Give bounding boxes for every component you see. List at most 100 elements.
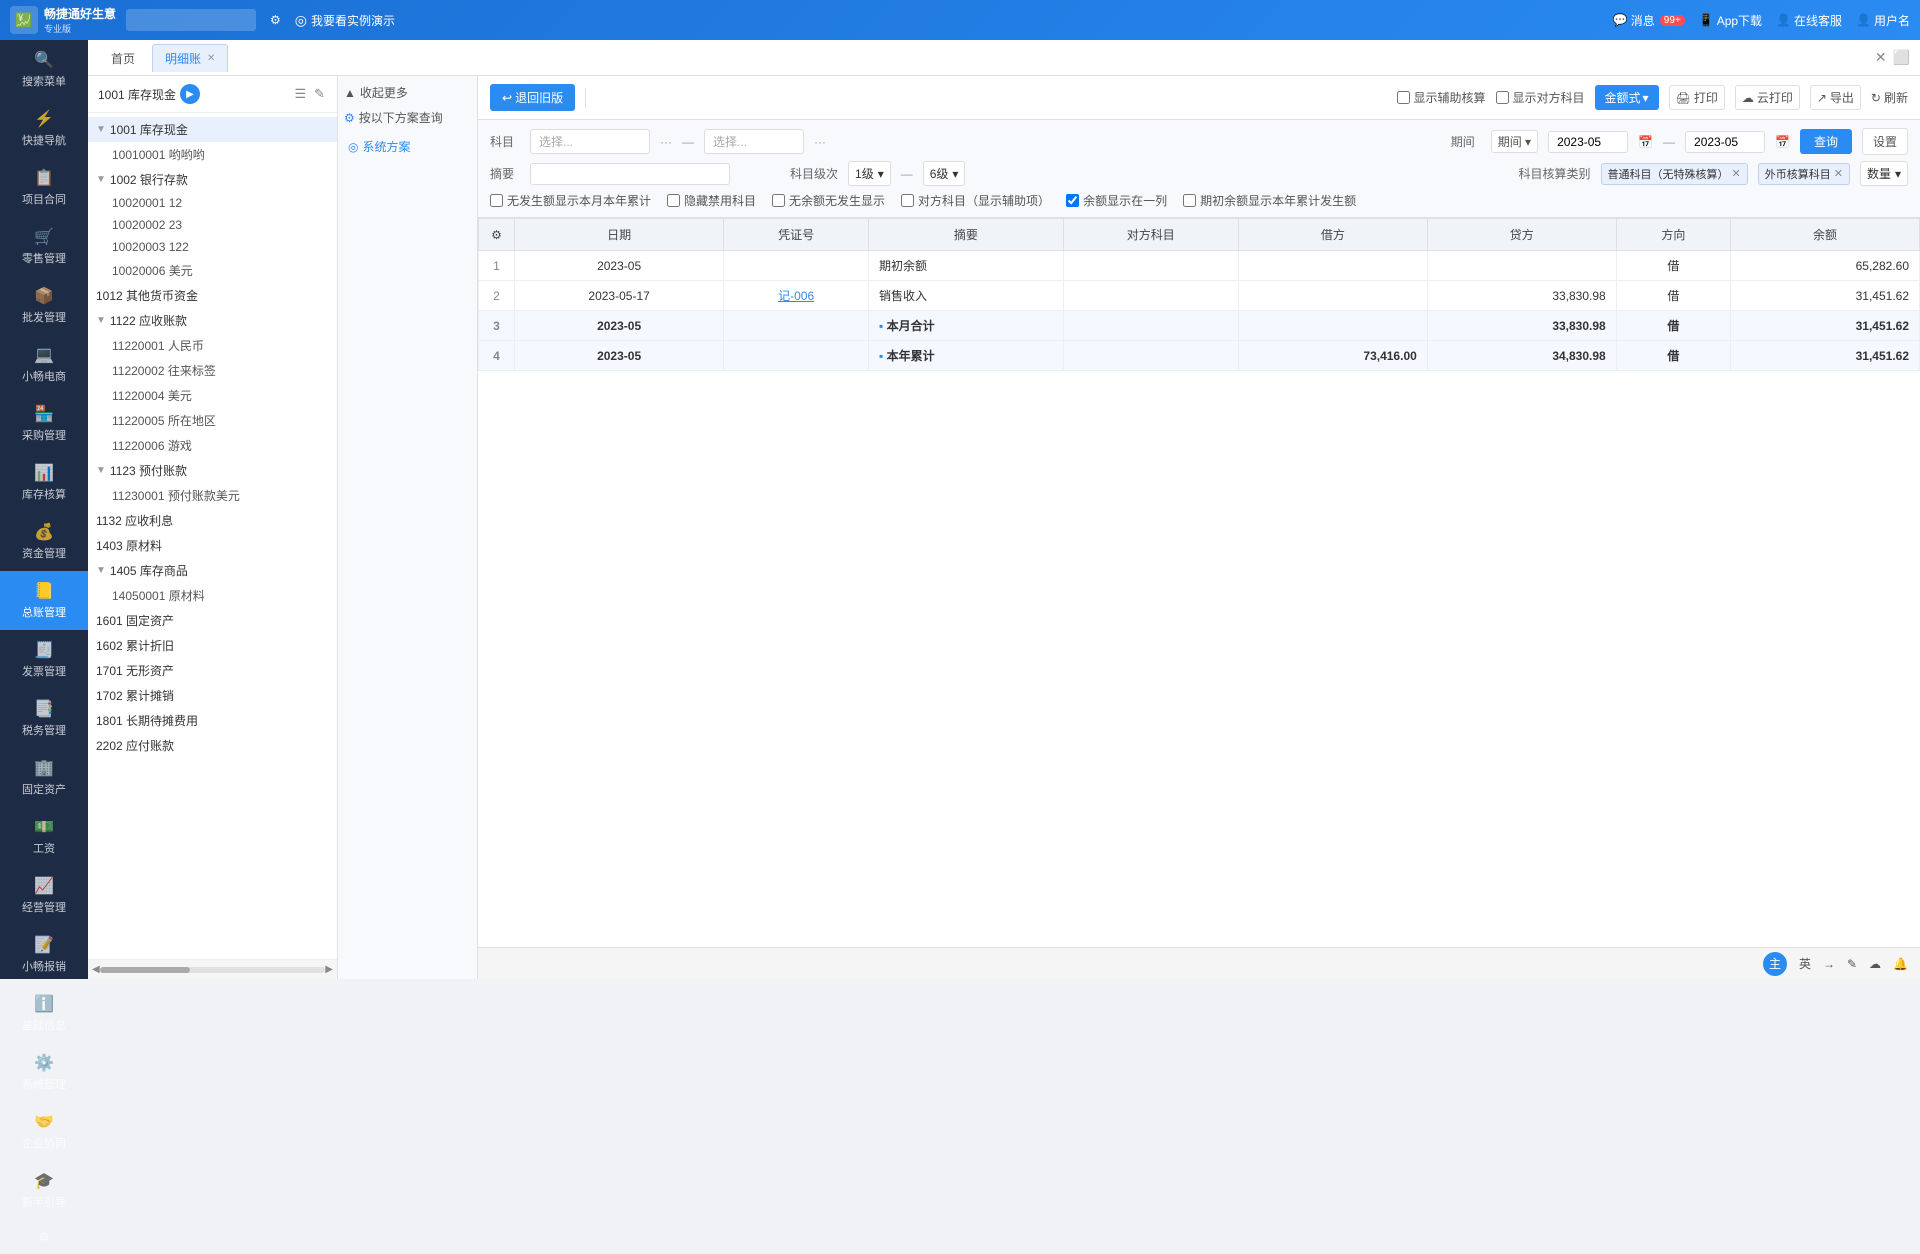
tree-item-10020003[interactable]: 10020003 122 (88, 236, 337, 258)
sidebar-settings-btn[interactable]: ⚙ (0, 1220, 88, 1254)
sidebar-item-basic[interactable]: ℹ️ 基础信息 (0, 984, 88, 1043)
query-btn[interactable]: 查询 (1800, 129, 1852, 154)
refresh-btn[interactable]: ↻ 刷新 (1871, 89, 1908, 106)
back-old-btn[interactable]: ↩ 退回旧版 (490, 84, 575, 111)
tree-item-1405[interactable]: ▼ 1405 库存商品 (88, 558, 337, 583)
status-icon-main[interactable]: 主 (1763, 952, 1787, 976)
close-all-btn[interactable]: ✕ (1875, 49, 1887, 66)
tree-scroll-left[interactable]: ◀ (92, 964, 100, 975)
account-next-btn[interactable]: ▶ (180, 84, 200, 104)
status-edit[interactable]: ✎ (1847, 957, 1857, 971)
tree-item-1601[interactable]: 1601 固定资产 (88, 608, 337, 633)
show-opposite-checkbox[interactable] (1496, 91, 1509, 104)
cb-hide-disabled[interactable]: 隐藏禁用科目 (667, 192, 756, 209)
tree-item-1123[interactable]: ▼ 1123 预付账款 (88, 458, 337, 483)
status-lang[interactable]: 英 (1799, 955, 1811, 972)
show-opposite-check[interactable]: 显示对方科目 (1496, 89, 1585, 106)
tree-item-10020006[interactable]: 10020006 美元 (88, 258, 337, 283)
tree-item-11220001[interactable]: 11220001 人民币 (88, 333, 337, 358)
voucher-link-2[interactable]: 记-006 (778, 289, 814, 303)
col-debit[interactable]: 借方 (1238, 219, 1427, 251)
sidebar-item-project[interactable]: 📋 项目合同 (0, 158, 88, 217)
sidebar-item-wholesale[interactable]: 📦 批发管理 (0, 276, 88, 335)
sidebar-item-assets[interactable]: 🏢 固定资产 (0, 748, 88, 807)
period-calendar-icon-2[interactable]: 📅 (1775, 135, 1790, 149)
show-aux-checkbox[interactable] (1397, 91, 1410, 104)
cb-no-occur-input[interactable] (490, 194, 503, 207)
tree-item-1702[interactable]: 1702 累计摊销 (88, 683, 337, 708)
col-settings[interactable]: ⚙ (479, 219, 515, 251)
sidebar-item-invoice[interactable]: 🧾 发票管理 (0, 630, 88, 689)
tab-detail[interactable]: 明细账 ✕ (152, 44, 228, 72)
cloud-print-btn[interactable]: ☁ 云打印 (1735, 85, 1800, 110)
cb-no-balance-occur-input[interactable] (772, 194, 785, 207)
tree-list-view-btn[interactable]: ☰ (292, 84, 308, 104)
tree-item-1701[interactable]: 1701 无形资产 (88, 658, 337, 683)
tag-close-foreign[interactable]: ✕ (1834, 167, 1843, 180)
tree-item-10010001[interactable]: 10010001 哟哟哟 (88, 142, 337, 167)
maximize-btn[interactable]: ⬜ (1893, 49, 1910, 66)
level-start-select[interactable]: 1级 ▾ (848, 161, 891, 186)
period-start-input[interactable] (1548, 131, 1628, 153)
sidebar-item-ecommerce[interactable]: 💻 小畅电商 (0, 335, 88, 394)
tree-item-1801[interactable]: 1801 长期待摊费用 (88, 708, 337, 733)
app-download-btn[interactable]: 📱 App下载 (1699, 12, 1762, 29)
subject-select[interactable]: 选择... (530, 129, 650, 154)
col-balance[interactable]: 余额 (1731, 219, 1920, 251)
col-voucher[interactable]: 凭证号 (724, 219, 869, 251)
tree-item-14050001[interactable]: 14050001 原材料 (88, 583, 337, 608)
sidebar-item-system[interactable]: ⚙️ 系统管理 (0, 1043, 88, 1102)
tree-item-1132[interactable]: 1132 应收利息 (88, 508, 337, 533)
sidebar-item-operations[interactable]: 📈 经营管理 (0, 866, 88, 925)
cb-hide-disabled-input[interactable] (667, 194, 680, 207)
period-end-input[interactable] (1685, 131, 1765, 153)
col-direction[interactable]: 方向 (1616, 219, 1730, 251)
tree-item-1122[interactable]: ▼ 1122 应收账款 (88, 308, 337, 333)
tree-scroll-right[interactable]: ▶ (325, 964, 333, 975)
sidebar-item-cooperation[interactable]: 🤝 企业协同 (0, 1102, 88, 1161)
tree-item-1012[interactable]: 1012 其他货币资金 (88, 283, 337, 308)
tree-item-1602[interactable]: 1602 累计折旧 (88, 633, 337, 658)
tab-home[interactable]: 首页 (98, 44, 148, 72)
col-summary[interactable]: 摘要 (869, 219, 1064, 251)
currency-mode-btn[interactable]: 金额式 ▾ (1595, 85, 1659, 110)
cb-period-start-balance-input[interactable] (1183, 194, 1196, 207)
show-aux-check[interactable]: 显示辅助核算 (1397, 89, 1486, 106)
summary-input[interactable] (530, 163, 730, 185)
sidebar-item-guide[interactable]: 🎓 新手引导 (0, 1161, 88, 1220)
sidebar-item-salary[interactable]: 💵 工资 (0, 807, 88, 866)
demo-link[interactable]: ◎ 我要看实例演示 (295, 12, 395, 29)
sidebar-item-quicknav[interactable]: ⚡ 快捷导航 (0, 99, 88, 158)
tree-edit-btn[interactable]: ✎ (312, 84, 327, 104)
period-calendar-icon-1[interactable]: 📅 (1638, 135, 1653, 149)
tree-item-10020001[interactable]: 10020001 12 (88, 192, 337, 214)
tree-item-1002[interactable]: ▼ 1002 银行存款 (88, 167, 337, 192)
sidebar-item-tax[interactable]: 📑 税务管理 (0, 689, 88, 748)
col-date[interactable]: 日期 (515, 219, 724, 251)
sidebar-item-search[interactable]: 🔍 搜索菜单 (0, 40, 88, 99)
quantity-select[interactable]: 数量 ▾ (1860, 161, 1908, 186)
cb-period-start-balance[interactable]: 期初余额显示本年累计发生额 (1183, 192, 1356, 209)
cb-balance-one-col[interactable]: 余额显示在一列 (1066, 192, 1167, 209)
subject-select-2[interactable]: 选择... (704, 129, 804, 154)
col-opposite[interactable]: 对方科目 (1063, 219, 1238, 251)
status-arrow[interactable]: → (1823, 957, 1835, 971)
system-plan-item[interactable]: ◎ 系统方案 (344, 134, 471, 159)
tree-item-11220005[interactable]: 11220005 所在地区 (88, 408, 337, 433)
collapse-header[interactable]: ▲ 收起更多 (344, 84, 471, 101)
tab-detail-close[interactable]: ✕ (207, 53, 215, 64)
cb-no-balance-occur[interactable]: 无余额无发生显示 (772, 192, 885, 209)
cb-balance-one-col-input[interactable] (1066, 194, 1079, 207)
col-credit[interactable]: 贷方 (1427, 219, 1616, 251)
cb-no-occur[interactable]: 无发生额显示本月本年累计 (490, 192, 651, 209)
tree-item-10020002[interactable]: 10020002 23 (88, 214, 337, 236)
sidebar-item-retail[interactable]: 🛒 零售管理 (0, 217, 88, 276)
status-bell[interactable]: 🔔 (1893, 957, 1908, 971)
online-service-btn[interactable]: 👤 在线客服 (1776, 12, 1842, 29)
cb-opposite[interactable]: 对方科目（显示辅助项） (901, 192, 1050, 209)
export-btn[interactable]: ↗ 导出 (1810, 85, 1861, 110)
settings-btn-filter[interactable]: 设置 (1862, 128, 1908, 155)
sidebar-item-ledger[interactable]: 📒 总账管理 (0, 571, 88, 630)
sidebar-item-purchase[interactable]: 🏪 采购管理 (0, 394, 88, 453)
tag-close-normal[interactable]: ✕ (1732, 167, 1741, 180)
